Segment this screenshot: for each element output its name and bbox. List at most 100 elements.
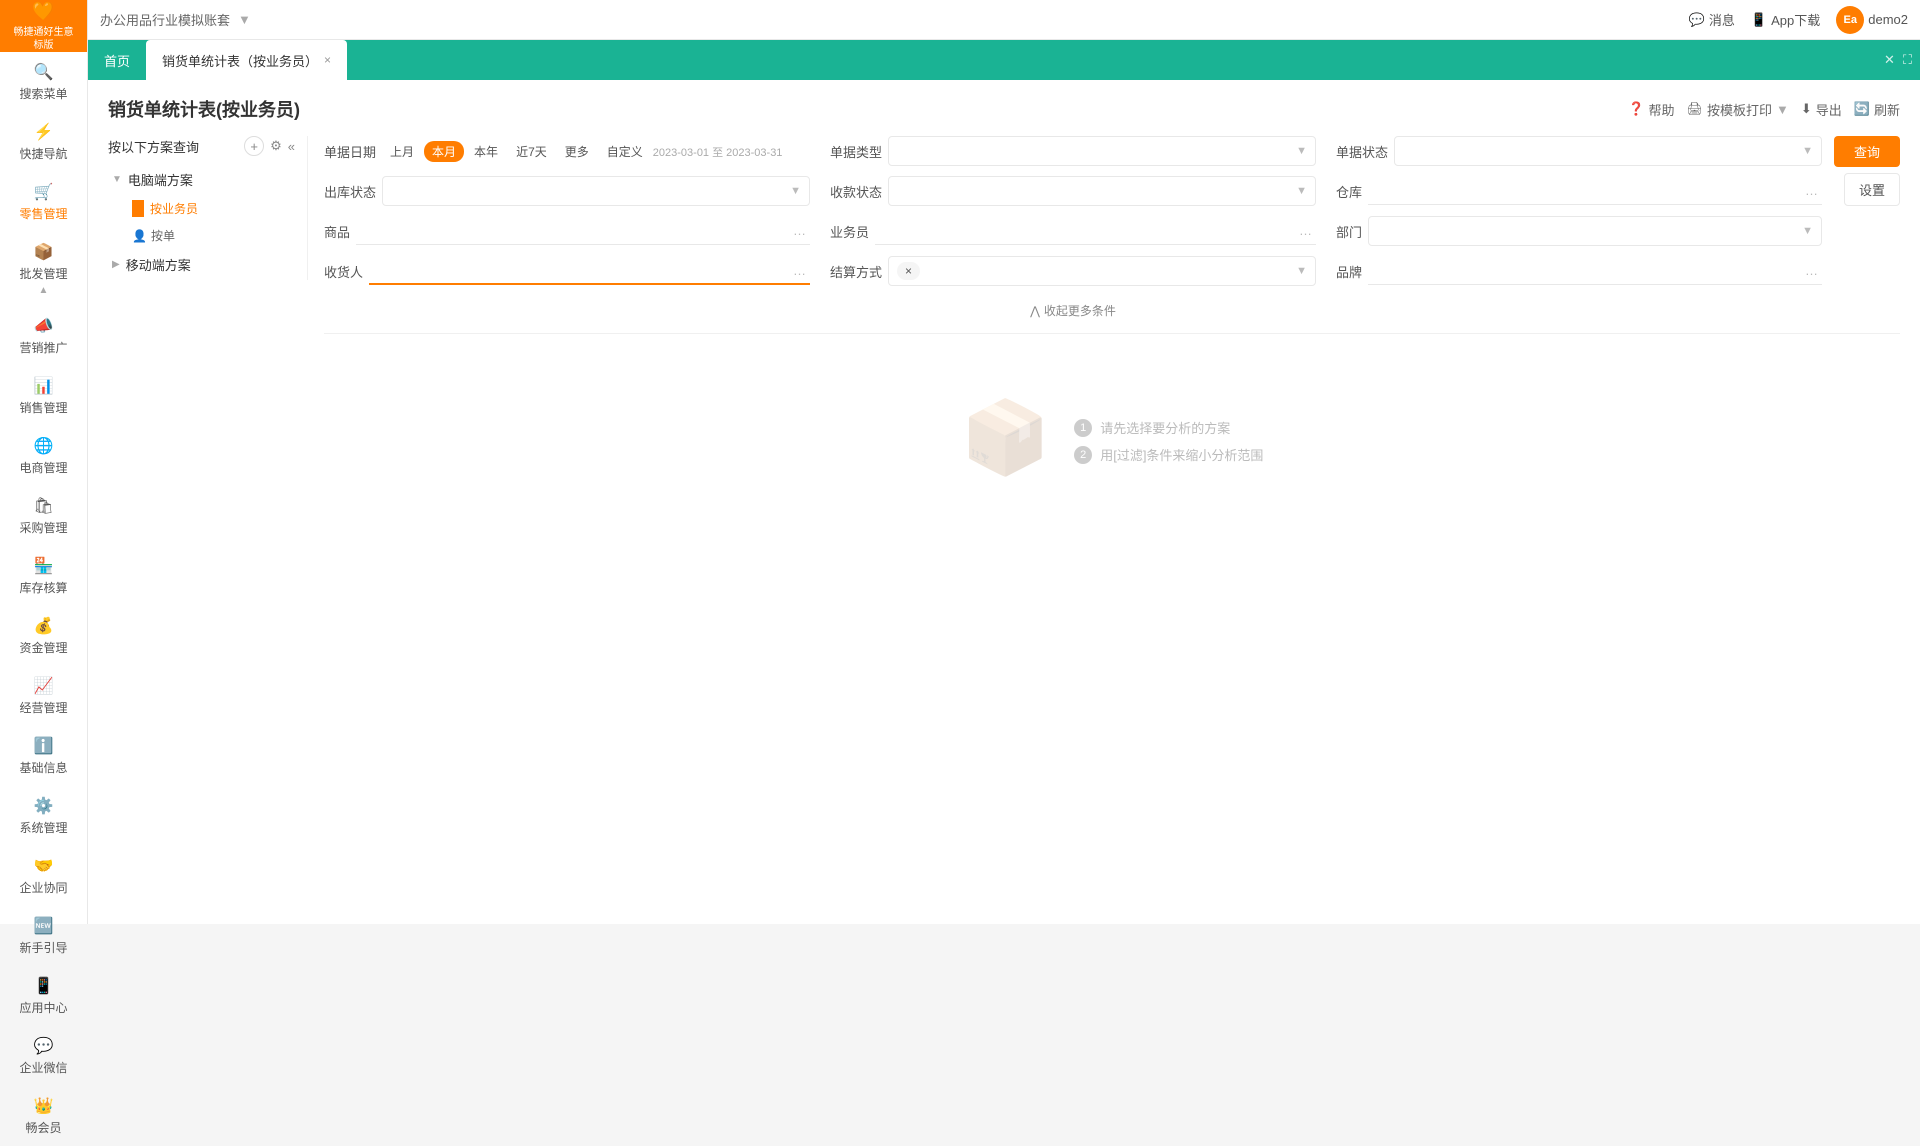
goods-cell: 商品 … bbox=[324, 217, 810, 245]
member-icon: 👑 bbox=[34, 1096, 54, 1116]
sidebar-item-management[interactable]: 📈 经营管理 bbox=[0, 666, 87, 726]
sidebar-item-basic[interactable]: ℹ️ 基础信息 bbox=[0, 726, 87, 786]
topbar-dropdown-arrow[interactable]: ▼ bbox=[238, 12, 251, 27]
add-scheme-button[interactable]: + bbox=[244, 136, 264, 156]
topbar-right: 💬 消息 📱 App下载 Ea demo2 bbox=[1689, 6, 1908, 34]
brand-input[interactable]: … bbox=[1368, 257, 1822, 285]
date-btn-7days[interactable]: 近7天 bbox=[508, 141, 555, 162]
finance-icon: 💰 bbox=[34, 616, 54, 636]
order-type-select[interactable]: ▼ bbox=[888, 136, 1316, 166]
empty-text: 1 请先选择要分析的方案 2 用[过滤]条件来缩小分析范围 bbox=[1074, 402, 1263, 464]
panel-header-title: 按以下方案查询 bbox=[108, 137, 199, 156]
date-btn-last-month[interactable]: 上月 bbox=[382, 141, 422, 162]
filter-row-1: 单据日期 上月 本月 本年 近7天 更多 自定义 2023-03-01 至 20… bbox=[324, 136, 1822, 166]
message-button[interactable]: 💬 消息 bbox=[1689, 10, 1735, 29]
management-icon: 📈 bbox=[34, 676, 54, 696]
page-inner: 销货单统计表(按业务员) ❓ 帮助 🖨 按模板打印 ▼ ⬇ 导出 bbox=[88, 80, 1920, 924]
inventory-icon: 🏪 bbox=[34, 556, 54, 576]
sidebar-item-nav[interactable]: ⚡ 快捷导航 bbox=[0, 112, 87, 172]
sidebar-item-appstore[interactable]: 📱 应用中心 bbox=[0, 966, 87, 1026]
tab-home-label: 首页 bbox=[104, 51, 130, 70]
empty-tip-1-text: 请先选择要分析的方案 bbox=[1100, 418, 1230, 437]
settle-select[interactable]: × ▼ bbox=[888, 256, 1316, 286]
tree-item-by-staff[interactable]: 按 按业务员 bbox=[128, 195, 295, 222]
warehouse-input[interactable]: … bbox=[1368, 177, 1822, 205]
delivery-select[interactable]: ▼ bbox=[382, 176, 810, 206]
tab-close-icon[interactable]: × bbox=[324, 53, 331, 67]
sidebar-item-search[interactable]: 🔍 搜索菜单 bbox=[0, 52, 87, 112]
goods-label: 商品 bbox=[324, 222, 350, 241]
settle-tag-remove[interactable]: × bbox=[905, 264, 912, 278]
tab-sales-report[interactable]: 销货单统计表（按业务员） × bbox=[146, 40, 347, 80]
staff-label: 业务员 bbox=[830, 222, 869, 241]
sidebar-item-marketing[interactable]: 📣 营销推广 bbox=[0, 306, 87, 366]
order-status-label: 单据状态 bbox=[1336, 142, 1388, 161]
sidebar-item-label: 经营管理 bbox=[19, 699, 67, 716]
ecommerce-icon: 🌐 bbox=[34, 436, 54, 456]
collapse-up-icon: ⋀ bbox=[1030, 304, 1040, 318]
department-select[interactable]: ▼ bbox=[1368, 216, 1822, 246]
user-profile[interactable]: Ea demo2 bbox=[1836, 6, 1908, 34]
date-btn-this-month[interactable]: 本月 bbox=[424, 141, 464, 162]
topbar-left: 办公用品行业模拟账套 ▼ bbox=[100, 10, 251, 29]
settings-scheme-button[interactable]: ⚙ bbox=[270, 138, 282, 154]
staff-dots: … bbox=[1299, 223, 1312, 238]
tree-mobile-scheme[interactable]: ▶ 移动端方案 bbox=[108, 249, 295, 280]
maximize-icon[interactable]: ⛶ bbox=[1903, 52, 1912, 68]
sidebar-item-wechat[interactable]: 💬 企业微信 bbox=[0, 1026, 87, 1086]
export-button[interactable]: ⬇ 导出 bbox=[1801, 100, 1842, 119]
brand-dots: … bbox=[1805, 263, 1818, 278]
sidebar-item-member[interactable]: 👑 畅会员 bbox=[0, 1086, 87, 1146]
warehouse-label: 仓库 bbox=[1336, 182, 1362, 201]
collapse-filter-button[interactable]: ⋀ 收起更多条件 bbox=[324, 296, 1822, 325]
sidebar-item-collab[interactable]: 🤝 企业协同 bbox=[0, 846, 87, 906]
settle-arrow: ▼ bbox=[1296, 265, 1307, 277]
tab-maximize-controls: ✕ ⛶ bbox=[1884, 52, 1912, 68]
delivery-cell: 出库状态 ▼ bbox=[324, 176, 810, 206]
collapse-panel-button[interactable]: « bbox=[288, 139, 295, 154]
refresh-button[interactable]: 🔄 刷新 bbox=[1854, 100, 1900, 119]
sidebar-item-label: 系统管理 bbox=[19, 819, 67, 836]
query-button[interactable]: 查询 bbox=[1834, 136, 1900, 167]
sidebar-item-inventory[interactable]: 🏪 库存核算 bbox=[0, 546, 87, 606]
order-status-select[interactable]: ▼ bbox=[1394, 136, 1822, 166]
receiver-input[interactable]: … bbox=[369, 257, 810, 285]
date-buttons: 上月 本月 本年 近7天 更多 自定义 2023-03-01 至 2023-03… bbox=[382, 141, 782, 162]
sidebar-item-label: 企业微信 bbox=[19, 1059, 67, 1076]
sidebar-item-guide[interactable]: 🆕 新手引导 bbox=[0, 906, 87, 966]
date-btn-this-year[interactable]: 本年 bbox=[466, 141, 506, 162]
sidebar-item-label: 基础信息 bbox=[19, 759, 67, 776]
payment-select[interactable]: ▼ bbox=[888, 176, 1316, 206]
marketing-icon: 📣 bbox=[34, 316, 54, 336]
sidebar-item-wholesale[interactable]: 📦 批发管理 ▲ bbox=[0, 232, 87, 306]
close-window-icon[interactable]: ✕ bbox=[1884, 52, 1895, 68]
goods-input[interactable]: … bbox=[356, 217, 810, 245]
warehouse-cell: 仓库 … bbox=[1336, 177, 1822, 205]
app-download-button[interactable]: 📱 App下载 bbox=[1751, 10, 1820, 29]
print-label: 按模板打印 bbox=[1707, 100, 1772, 119]
sidebar-item-finance[interactable]: 💰 资金管理 bbox=[0, 606, 87, 666]
sidebar-item-retail[interactable]: 🛒 零售管理 bbox=[0, 172, 87, 232]
app-download-label: App下载 bbox=[1771, 10, 1820, 29]
sidebar-item-label: 批发管理 bbox=[19, 265, 67, 282]
tree-desktop-label: 电脑端方案 bbox=[128, 170, 193, 189]
sidebar-item-ecommerce[interactable]: 🌐 电商管理 bbox=[0, 426, 87, 486]
help-button[interactable]: ❓ 帮助 bbox=[1628, 100, 1674, 119]
print-button[interactable]: 🖨 按模板打印 ▼ bbox=[1686, 100, 1788, 119]
settings-button[interactable]: 设置 bbox=[1844, 173, 1900, 206]
retail-icon: 🛒 bbox=[34, 182, 54, 202]
collapse-label: 收起更多条件 bbox=[1044, 302, 1116, 319]
sidebar-item-system[interactable]: ⚙️ 系统管理 bbox=[0, 786, 87, 846]
sidebar-item-sales[interactable]: 📊 销售管理 bbox=[0, 366, 87, 426]
date-btn-more[interactable]: 更多 bbox=[557, 141, 597, 162]
date-btn-custom[interactable]: 自定义 bbox=[599, 141, 651, 162]
staff-input[interactable]: … bbox=[875, 217, 1316, 245]
print-dropdown-arrow[interactable]: ▼ bbox=[1776, 102, 1789, 117]
nav-icon: ⚡ bbox=[34, 122, 54, 142]
sidebar-item-purchase[interactable]: 🛍 采购管理 bbox=[0, 486, 87, 546]
tree-desktop-scheme[interactable]: ▼ 电脑端方案 bbox=[108, 164, 295, 195]
wholesale-icon: 📦 bbox=[34, 242, 54, 262]
payment-arrow: ▼ bbox=[1296, 185, 1307, 197]
department-cell: 部门 ▼ bbox=[1336, 216, 1822, 246]
tab-home[interactable]: 首页 bbox=[88, 40, 146, 80]
